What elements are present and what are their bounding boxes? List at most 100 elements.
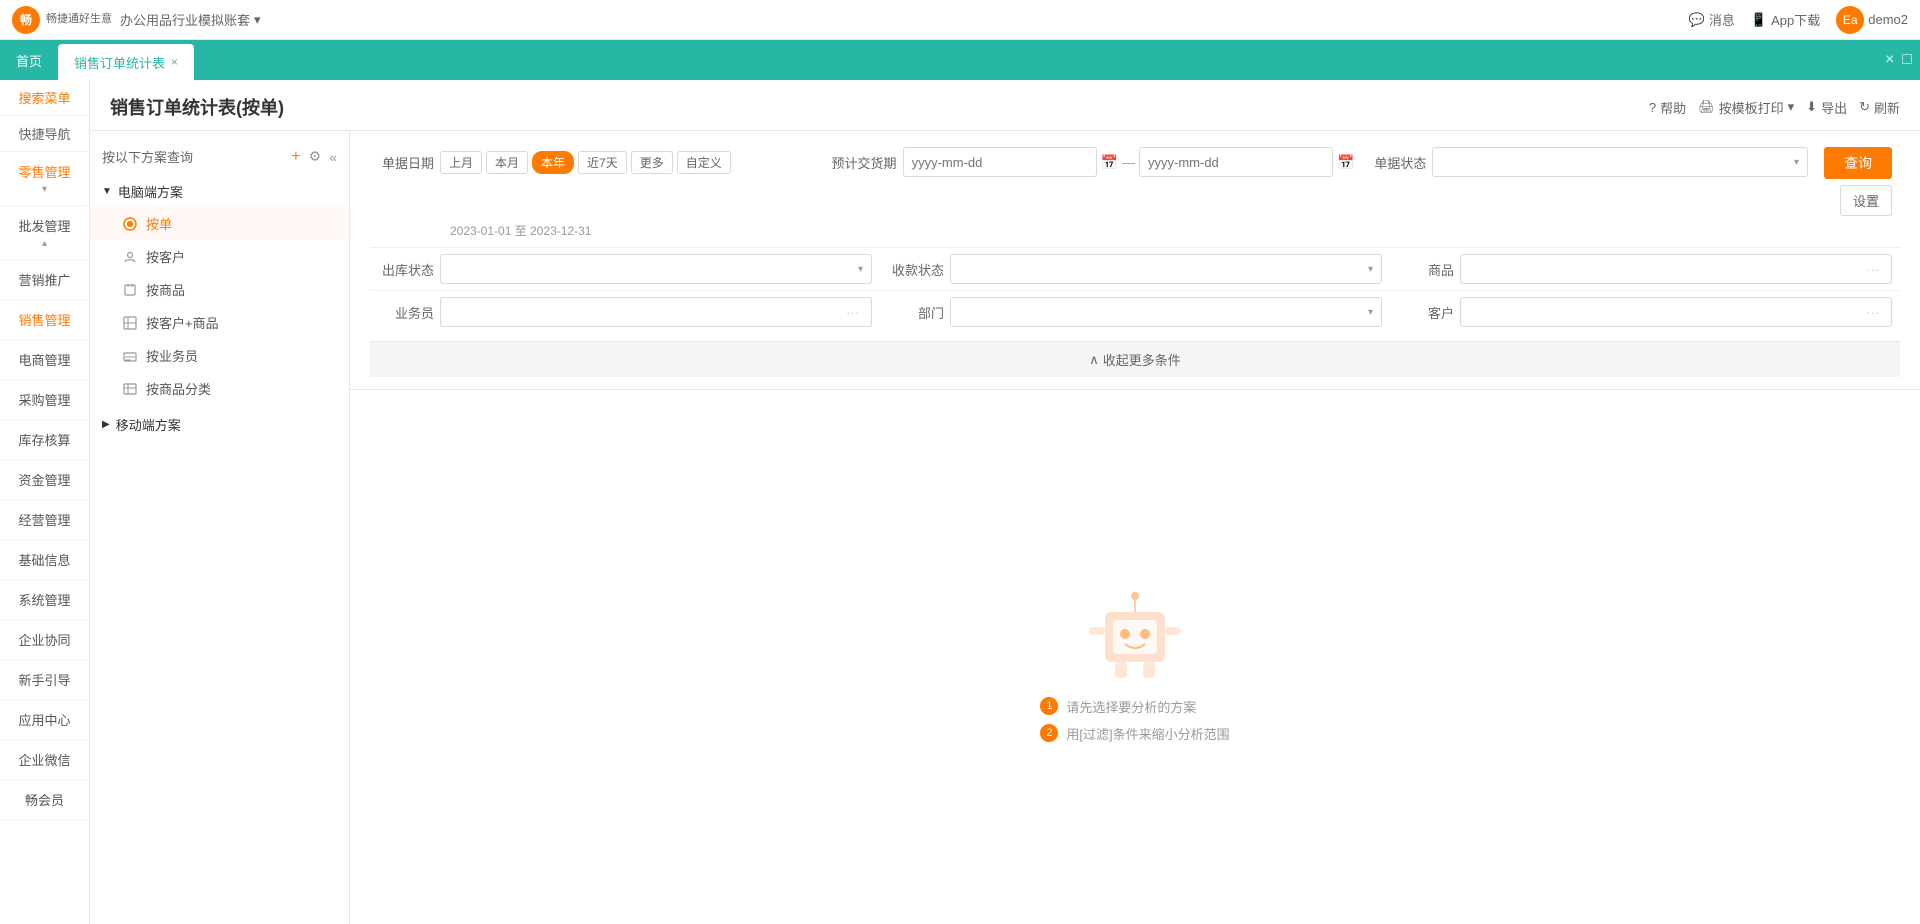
sidebar: 搜索菜单 快捷导航 零售管理 ▾ 批发管理 ▴ 营销推广 销售管理 电商管理 采… (0, 80, 90, 924)
this-year-btn[interactable]: 本年 (532, 151, 574, 174)
customer-cell: 客户 ··· (1390, 291, 1900, 333)
search-button[interactable]: 查询 (1824, 147, 1892, 179)
dept-select[interactable]: ▾ (950, 297, 1382, 327)
refresh-button[interactable]: ↻ 刷新 (1859, 98, 1900, 117)
expected-date-from[interactable] (903, 147, 1097, 177)
tab-sales-order[interactable]: 销售订单统计表 × (58, 44, 194, 80)
out-status-arrow: ▾ (858, 264, 863, 275)
avatar: Ea (1836, 6, 1864, 34)
scheme-group-pc-header[interactable]: ▼ 电脑端方案 (90, 176, 349, 207)
scheme-group-mobile: ▶ 移动端方案 (90, 409, 349, 440)
top-bar: 畅 畅捷通好生意 办公用品行业模拟账套 ▾ 💬 消息 📱 App下载 Ea de… (0, 0, 1920, 40)
app-download-button[interactable]: 📱 App下载 (1751, 10, 1820, 29)
sidebar-item-purchase[interactable]: 采购管理 (0, 380, 89, 420)
scheme-item-by-customer[interactable]: 按客户 (90, 240, 349, 273)
empty-state: 1 请先选择要分析的方案 2 用[过滤]条件来缩小分析范围 (350, 390, 1920, 924)
message-button[interactable]: 💬 消息 (1689, 10, 1735, 29)
sidebar-item-wechat[interactable]: 企业微信 (0, 740, 89, 780)
out-status-select[interactable]: ▾ (440, 254, 872, 284)
chevron-down-icon: ▾ (1788, 99, 1795, 115)
receive-status-cell: 收款状态 ▾ (880, 248, 1390, 290)
customer-icon (122, 249, 138, 265)
export-button[interactable]: ⬇ 导出 (1806, 98, 1847, 117)
settings-button[interactable]: 设置 (1840, 185, 1892, 216)
dept-label: 部门 (888, 303, 944, 322)
salesman-more-icon[interactable]: ··· (842, 305, 863, 320)
calendar-icon-2[interactable]: 📅 (1337, 154, 1354, 171)
page-header-actions: ? 帮助 🖨 按模板打印 ▾ ⬇ 导出 ↻ 刷新 (1649, 98, 1900, 117)
print-icon: 🖨 (1698, 99, 1715, 115)
status-cell: 单据状态 ▾ (1362, 143, 1816, 181)
tab-home[interactable]: 首页 (0, 40, 58, 80)
refresh-icon: ↻ (1859, 99, 1870, 115)
expected-date-input-wrap: 📅 — 📅 (903, 147, 1355, 177)
sidebar-item-newuser[interactable]: 新手引导 (0, 660, 89, 700)
order-icon (122, 216, 138, 232)
settings-scheme-button[interactable]: ⚙ (309, 148, 322, 165)
sidebar-item-finance[interactable]: 资金管理 (0, 460, 89, 500)
date-buttons: 上月 本月 本年 近7天 更多 自定义 (440, 151, 731, 174)
help-button[interactable]: ? 帮助 (1649, 98, 1686, 117)
scheme-item-by-customer-goods[interactable]: 按客户+商品 (90, 306, 349, 339)
top-bar-right: 💬 消息 📱 App下载 Ea demo2 (1689, 6, 1908, 34)
this-month-btn[interactable]: 本月 (486, 151, 528, 174)
top-bar-left: 畅 畅捷通好生意 办公用品行业模拟账套 ▾ (12, 6, 261, 34)
sidebar-item-wholesale[interactable]: 批发管理 ▴ (0, 206, 89, 260)
help-icon: ? (1649, 100, 1656, 115)
scheme-panel: 按以下方案查询 + ⚙ « ▼ 电脑端方案 (90, 131, 350, 924)
date-filter-cell: 单据日期 上月 本月 本年 近7天 更多 自定义 (370, 143, 824, 181)
chevron-down-icon: ▼ (102, 186, 112, 197)
print-button[interactable]: 🖨 按模板打印 ▾ (1698, 98, 1794, 117)
last7-btn[interactable]: 近7天 (578, 151, 627, 174)
sidebar-item-ecommerce[interactable]: 电商管理 (0, 340, 89, 380)
collapse-scheme-button[interactable]: « (329, 149, 337, 165)
sidebar-item-enterprise[interactable]: 企业协同 (0, 620, 89, 660)
salesman-input[interactable]: ··· (440, 297, 872, 327)
scheme-header-actions: + ⚙ « (291, 148, 337, 166)
sidebar-item-appstore[interactable]: 应用中心 (0, 700, 89, 740)
sidebar-item-retail[interactable]: 零售管理 ▾ (0, 152, 89, 206)
more-btn[interactable]: 更多 (631, 151, 673, 174)
customer-input[interactable]: ··· (1460, 297, 1892, 327)
scheme-header: 按以下方案查询 + ⚙ « (90, 141, 349, 172)
status-select[interactable]: ▾ (1432, 147, 1808, 177)
sidebar-item-inventory[interactable]: 库存核算 (0, 420, 89, 460)
goods-cell: 商品 ··· (1390, 248, 1900, 290)
sidebar-search[interactable]: 搜索菜单 (0, 80, 89, 116)
tab-close-icon[interactable]: × (171, 55, 178, 69)
sidebar-item-system[interactable]: 系统管理 (0, 580, 89, 620)
user-avatar[interactable]: Ea demo2 (1836, 6, 1908, 34)
scheme-item-by-salesman[interactable]: 按业务员 (90, 339, 349, 372)
sidebar-quick-nav[interactable]: 快捷导航 (0, 116, 89, 152)
sidebar-item-sales[interactable]: 销售管理 (0, 300, 89, 340)
sidebar-item-marketing[interactable]: 营销推广 (0, 260, 89, 300)
filter-row-2: 出库状态 ▾ 收款状态 ▾ (370, 247, 1900, 290)
main-body: 按以下方案查询 + ⚙ « ▼ 电脑端方案 (90, 131, 1920, 924)
customer-more-icon[interactable]: ··· (1862, 305, 1883, 320)
out-status-cell: 出库状态 ▾ (370, 248, 880, 290)
scheme-item-by-goods[interactable]: 按商品 (90, 273, 349, 306)
logo-area: 畅 畅捷通好生意 (12, 6, 112, 34)
empty-steps: 1 请先选择要分析的方案 2 用[过滤]条件来缩小分析范围 (1040, 697, 1229, 743)
store-selector[interactable]: 办公用品行业模拟账套 ▾ (120, 10, 261, 29)
empty-step-2: 2 用[过滤]条件来缩小分析范围 (1040, 724, 1229, 743)
goods-more-icon[interactable]: ··· (1862, 262, 1883, 277)
scheme-group-mobile-header[interactable]: ▶ 移动端方案 (90, 409, 349, 440)
window-max-icon[interactable]: □ (1902, 51, 1912, 69)
sidebar-item-management[interactable]: 经营管理 (0, 500, 89, 540)
expected-date-to[interactable] (1139, 147, 1333, 177)
date-label: 单据日期 (378, 153, 434, 172)
expected-date-label: 预计交货期 (832, 153, 897, 172)
sidebar-item-member[interactable]: 畅会员 (0, 780, 89, 820)
collapse-button[interactable]: ∧ 收起更多条件 (370, 341, 1900, 377)
calendar-icon-1[interactable]: 📅 (1101, 154, 1118, 171)
add-scheme-button[interactable]: + (291, 148, 300, 166)
scheme-item-by-order[interactable]: 按单 (90, 207, 349, 240)
window-close-icon[interactable]: × (1885, 51, 1894, 69)
custom-btn[interactable]: 自定义 (677, 151, 731, 174)
sidebar-item-base[interactable]: 基础信息 (0, 540, 89, 580)
scheme-item-by-category[interactable]: 按商品分类 (90, 372, 349, 405)
receive-status-select[interactable]: ▾ (950, 254, 1382, 284)
last-month-btn[interactable]: 上月 (440, 151, 482, 174)
goods-input[interactable]: ··· (1460, 254, 1892, 284)
